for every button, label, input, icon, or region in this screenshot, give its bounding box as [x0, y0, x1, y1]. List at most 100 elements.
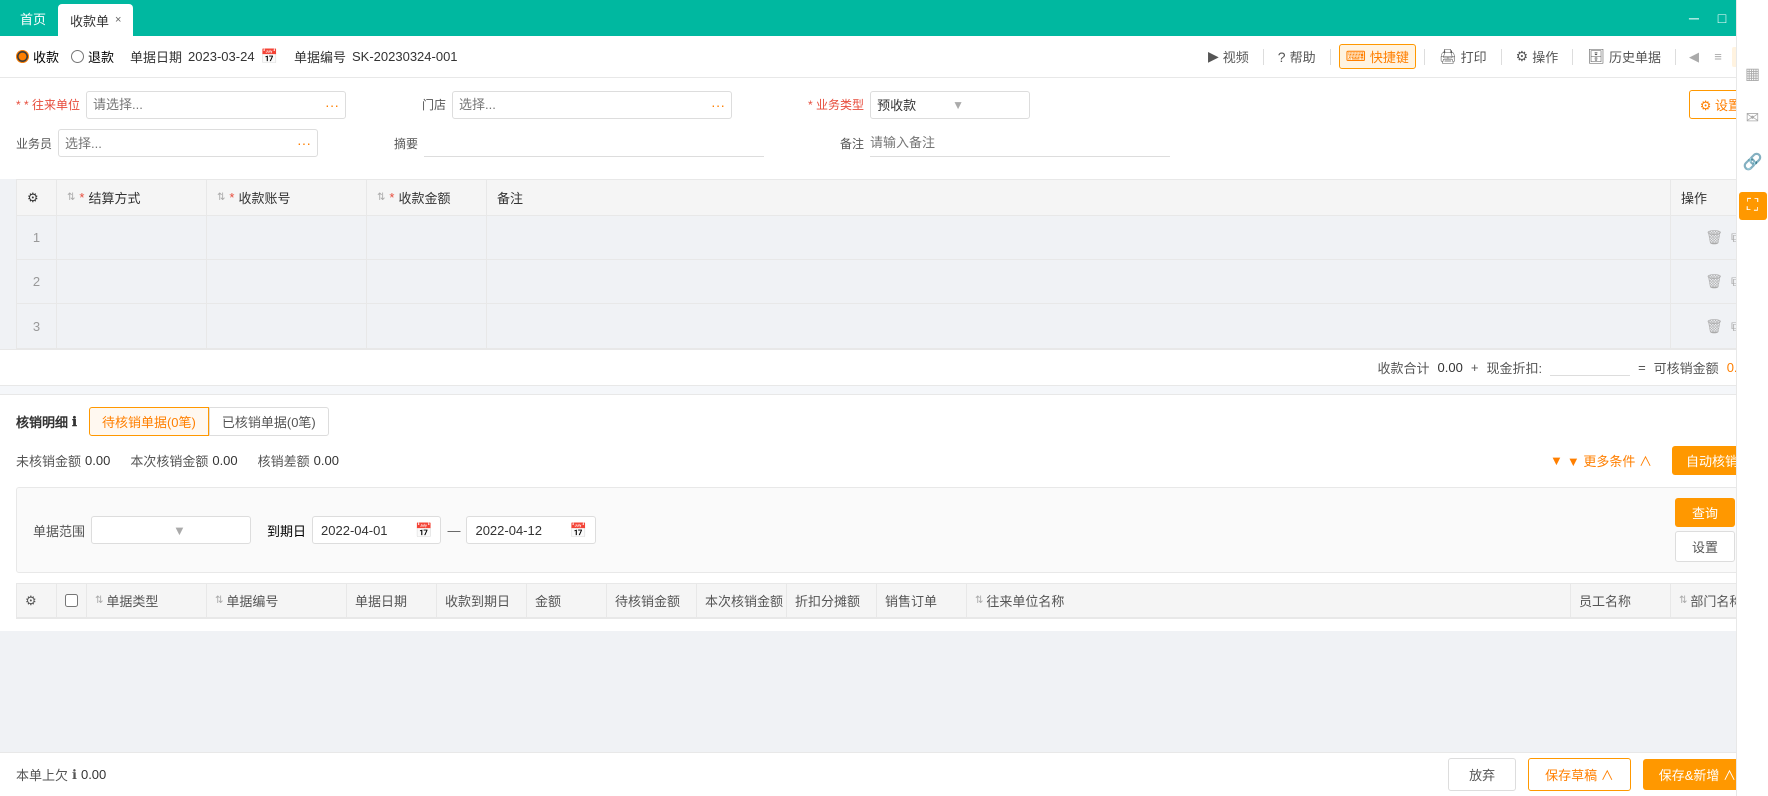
calendar-to-icon[interactable]: 📅	[569, 522, 586, 539]
video-icon: ▶	[1208, 48, 1219, 65]
row-3-account[interactable]	[207, 304, 367, 348]
detail-info-icon[interactable]: ℹ	[72, 414, 77, 430]
nav-active-tab[interactable]: 收款单 ×	[58, 4, 133, 36]
radio-refund[interactable]: 退款	[71, 47, 114, 66]
select-all-checkbox[interactable]	[65, 594, 78, 607]
biz-type-value: 预收款	[877, 95, 948, 114]
detail-table: ⚙ ⇅ 单据类型 ⇅ 单据编号 单据日期 收款到期日 金额	[16, 583, 1752, 619]
abandon-btn[interactable]: 放弃	[1448, 758, 1516, 791]
tab-pending[interactable]: 待核销单据(0笔)	[89, 407, 209, 436]
date-from-field[interactable]	[321, 523, 411, 538]
counter-party-input[interactable]	[93, 97, 325, 112]
row-2-amount[interactable]	[367, 260, 487, 303]
total-info-icon[interactable]: ℹ	[72, 767, 77, 783]
minimize-btn[interactable]: ─	[1684, 8, 1704, 28]
row-3-amount[interactable]	[367, 304, 487, 348]
table-footer: 收款合计 0.00 + 现金折扣: = 可核销金额 0.00	[0, 349, 1768, 385]
due-date-label: 到期日	[267, 521, 306, 540]
receipt-type-radio-group: 收款 退款	[16, 47, 114, 66]
stat-current-label: 本次核销金额	[130, 451, 208, 470]
doc-range-select[interactable]: ▼	[91, 516, 251, 544]
maximize-btn[interactable]: □	[1712, 8, 1732, 28]
row-2-account[interactable]	[207, 260, 367, 303]
more-filters-btn[interactable]: ▼ ▼ 更多条件 ∧	[1550, 451, 1652, 470]
form-header: 收款 退款 单据日期 2023-03-24 📅 单据编号 SK-20230324…	[0, 36, 1768, 78]
doc-num-field: 单据编号 SK-20230324-001	[294, 47, 458, 66]
row-num-1: 1	[17, 216, 57, 259]
dth-current-cancel: 本次核销金额	[697, 584, 787, 617]
layout-list-icon[interactable]: ≡	[1708, 47, 1728, 67]
dth-sales-order: 销售订单	[877, 584, 967, 617]
print-btn[interactable]: 🖨 打印	[1433, 45, 1493, 68]
sidebar-expand-icon[interactable]: ⛶	[1739, 192, 1767, 220]
row-3-delete-icon[interactable]: 🗑	[1705, 318, 1723, 335]
store-input[interactable]	[459, 97, 707, 112]
stat-uncancelled: 未核销金额 0.00	[16, 451, 110, 470]
sort-icon-docnum: ⇅	[215, 595, 223, 606]
salesperson-more-icon[interactable]: ···	[297, 135, 311, 151]
date-to-field[interactable]	[475, 523, 565, 538]
history-btn[interactable]: 🗄 历史单据	[1581, 45, 1667, 68]
table-row: 3 🗑 ⧉	[17, 304, 1751, 348]
tab-completed[interactable]: 已核销单据(0笔)	[209, 407, 329, 436]
row-1-account[interactable]	[207, 216, 367, 259]
row-num-3: 3	[17, 304, 57, 348]
sidebar-mail-icon[interactable]: ✉	[1739, 104, 1767, 132]
salesperson-select[interactable]: ···	[58, 129, 318, 157]
biz-type-select[interactable]: 预收款 ▼	[870, 91, 1030, 119]
th-settings[interactable]: ⚙	[17, 180, 57, 215]
row-1-delete-icon[interactable]: 🗑	[1705, 229, 1723, 246]
close-tab-icon[interactable]: ×	[115, 14, 121, 26]
total-label: 本单上欠	[16, 765, 68, 784]
nav-home-label: 首页	[20, 9, 46, 28]
counter-party-more-icon[interactable]: ···	[325, 97, 339, 113]
salesperson-input[interactable]	[65, 136, 293, 151]
remark-input[interactable]	[870, 129, 1170, 157]
store-more-icon[interactable]: ···	[711, 97, 725, 113]
chevron-down-icon: ▼	[952, 98, 1023, 112]
shortcut-btn[interactable]: ⌨ 快捷键	[1339, 44, 1416, 69]
save-draft-label: 保存草稿 ∧	[1545, 765, 1614, 784]
video-btn[interactable]: ▶ 视频	[1202, 45, 1255, 68]
date-from-input[interactable]: 📅	[312, 516, 441, 544]
detail-section: 核销明细 ℹ 待核销单据(0笔) 已核销单据(0笔) 未核销金额 0.00 本次…	[0, 395, 1768, 631]
sidebar-table-icon[interactable]: ▦	[1739, 60, 1767, 88]
section-divider	[0, 385, 1768, 395]
help-icon: ?	[1278, 49, 1286, 65]
help-btn[interactable]: ? 帮助	[1272, 45, 1322, 68]
counter-party-label: * 往来单位	[16, 96, 80, 113]
layout-prev-icon[interactable]: ◀	[1684, 47, 1704, 67]
nav-home-tab[interactable]: 首页	[8, 0, 58, 36]
calendar-icon[interactable]: 📅	[261, 48, 278, 65]
filter-label: ▼ 更多条件 ∧	[1567, 451, 1652, 470]
date-field: 单据日期 2023-03-24 📅	[130, 47, 278, 66]
row-1-settlement[interactable]	[57, 216, 207, 259]
search-settings-btn[interactable]: 设置	[1675, 531, 1735, 562]
due-date-group: 到期日 📅 — 📅	[267, 516, 596, 544]
row-3-settlement[interactable]	[57, 304, 207, 348]
save-draft-btn[interactable]: 保存草稿 ∧	[1528, 758, 1631, 791]
discount-input[interactable]	[1550, 360, 1630, 376]
sidebar-link-icon[interactable]: 🔗	[1739, 148, 1767, 176]
row-2-settlement[interactable]	[57, 260, 207, 303]
row-3-remark[interactable]	[487, 304, 1671, 348]
operation-btn[interactable]: ⚙ 操作	[1510, 45, 1565, 68]
counter-party-input-wrapper[interactable]: ···	[86, 91, 346, 119]
dth-settings[interactable]: ⚙	[17, 584, 57, 617]
summary-input[interactable]	[424, 129, 764, 157]
query-btn[interactable]: 查询	[1675, 498, 1735, 527]
date-to-input[interactable]: 📅	[466, 516, 595, 544]
row-1-remark[interactable]	[487, 216, 1671, 259]
th-action-label: 操作	[1681, 188, 1707, 207]
store-select-wrapper[interactable]: ···	[452, 91, 732, 119]
dth-doc-num-label: 单据编号	[226, 591, 278, 610]
stats-row: 未核销金额 0.00 本次核销金额 0.00 核销差额 0.00 ▼ ▼ 更多条…	[16, 446, 1752, 475]
row-1-amount[interactable]	[367, 216, 487, 259]
right-sidebar: ▦ ✉ 🔗 ⛶	[1736, 0, 1768, 796]
table-settings-icon[interactable]: ⚙	[27, 190, 39, 206]
calendar-from-icon[interactable]: 📅	[415, 522, 432, 539]
radio-receipt[interactable]: 收款	[16, 47, 59, 66]
row-2-delete-icon[interactable]: 🗑	[1705, 273, 1723, 290]
dth-checkbox[interactable]	[57, 584, 87, 617]
row-2-remark[interactable]	[487, 260, 1671, 303]
